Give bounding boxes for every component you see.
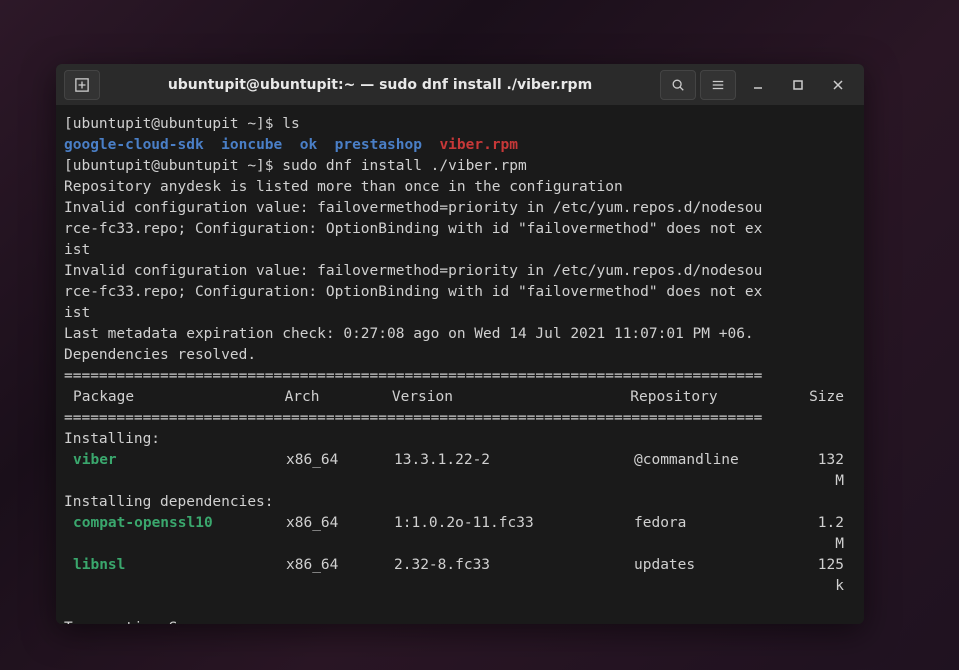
prompt-line: [ubuntupit@ubuntupit ~]$ sudo dnf instal…	[64, 156, 856, 177]
ls-output: google-cloud-sdk ioncube ok prestashop v…	[64, 135, 856, 156]
header-arch: Arch	[285, 387, 392, 408]
minimize-icon	[752, 79, 764, 91]
dir-item: prestashop	[335, 137, 422, 153]
prompt: [ubuntupit@ubuntupit ~]$	[64, 116, 282, 132]
search-icon	[671, 78, 685, 92]
output-line: Invalid configuration value: failovermet…	[64, 198, 856, 219]
package-arch: x86_64	[286, 555, 394, 597]
package-arch: x86_64	[286, 450, 394, 492]
package-repo: @commandline	[634, 450, 814, 492]
blank-line	[64, 597, 856, 618]
dir-item: ioncube	[221, 137, 282, 153]
output-line: Dependencies resolved.	[64, 345, 856, 366]
titlebar: ubuntupit@ubuntupit:~ — sudo dnf install…	[56, 64, 864, 106]
hamburger-icon	[711, 78, 725, 92]
menu-button[interactable]	[700, 70, 736, 100]
table-row: viber x86_64 13.3.1.22-2 @commandline 13…	[64, 450, 856, 492]
package-version: 2.32-8.fc33	[394, 555, 634, 597]
output-line: rce-fc33.repo; Configuration: OptionBind…	[64, 219, 856, 240]
header-package: Package	[73, 387, 285, 408]
header-version: Version	[392, 387, 630, 408]
close-icon	[832, 79, 844, 91]
header-size: Size	[809, 387, 856, 408]
package-version: 13.3.1.22-2	[394, 450, 634, 492]
output-line: rce-fc33.repo; Configuration: OptionBind…	[64, 282, 856, 303]
minimize-button[interactable]	[738, 70, 778, 100]
maximize-icon	[792, 79, 804, 91]
dir-item: google-cloud-sdk	[64, 137, 204, 153]
command-text: ls	[282, 116, 299, 132]
table-header: Package Arch Version Repository Size	[64, 387, 856, 408]
output-line: Invalid configuration value: failovermet…	[64, 261, 856, 282]
package-arch: x86_64	[286, 513, 394, 555]
table-row: libnsl x86_64 2.32-8.fc33 updates 125 k	[64, 555, 856, 597]
prompt: [ubuntupit@ubuntupit ~]$	[64, 158, 282, 174]
package-size: 1.2 M	[814, 513, 856, 555]
package-name: compat-openssl10	[64, 513, 286, 555]
output-line: Repository anydesk is listed more than o…	[64, 177, 856, 198]
separator-line: ========================================…	[64, 408, 856, 429]
output-line: ist	[64, 303, 856, 324]
terminal-window: ubuntupit@ubuntupit:~ — sudo dnf install…	[56, 64, 864, 624]
output-line: Last metadata expiration check: 0:27:08 …	[64, 324, 856, 345]
section-label: Transaction Summary	[64, 618, 856, 624]
package-version: 1:1.0.2o-11.fc33	[394, 513, 634, 555]
package-name: libnsl	[64, 555, 286, 597]
window-title: ubuntupit@ubuntupit:~ — sudo dnf install…	[102, 77, 658, 93]
output-line: ist	[64, 240, 856, 261]
section-label: Installing:	[64, 429, 856, 450]
header-repo: Repository	[630, 387, 809, 408]
dir-item: ok	[300, 137, 317, 153]
file-item: viber.rpm	[439, 137, 518, 153]
package-repo: fedora	[634, 513, 814, 555]
package-repo: updates	[634, 555, 814, 597]
new-tab-button[interactable]	[64, 70, 100, 100]
package-size: 125 k	[814, 555, 856, 597]
plus-box-icon	[75, 78, 89, 92]
prompt-line: [ubuntupit@ubuntupit ~]$ ls	[64, 114, 856, 135]
separator-line: ========================================…	[64, 366, 856, 387]
table-row: compat-openssl10 x86_64 1:1.0.2o-11.fc33…	[64, 513, 856, 555]
terminal-output[interactable]: [ubuntupit@ubuntupit ~]$ ls google-cloud…	[56, 106, 864, 624]
search-button[interactable]	[660, 70, 696, 100]
section-label: Installing dependencies:	[64, 492, 856, 513]
close-button[interactable]	[818, 70, 858, 100]
maximize-button[interactable]	[778, 70, 818, 100]
package-size: 132 M	[814, 450, 856, 492]
package-name: viber	[64, 450, 286, 492]
command-text: sudo dnf install ./viber.rpm	[282, 158, 526, 174]
